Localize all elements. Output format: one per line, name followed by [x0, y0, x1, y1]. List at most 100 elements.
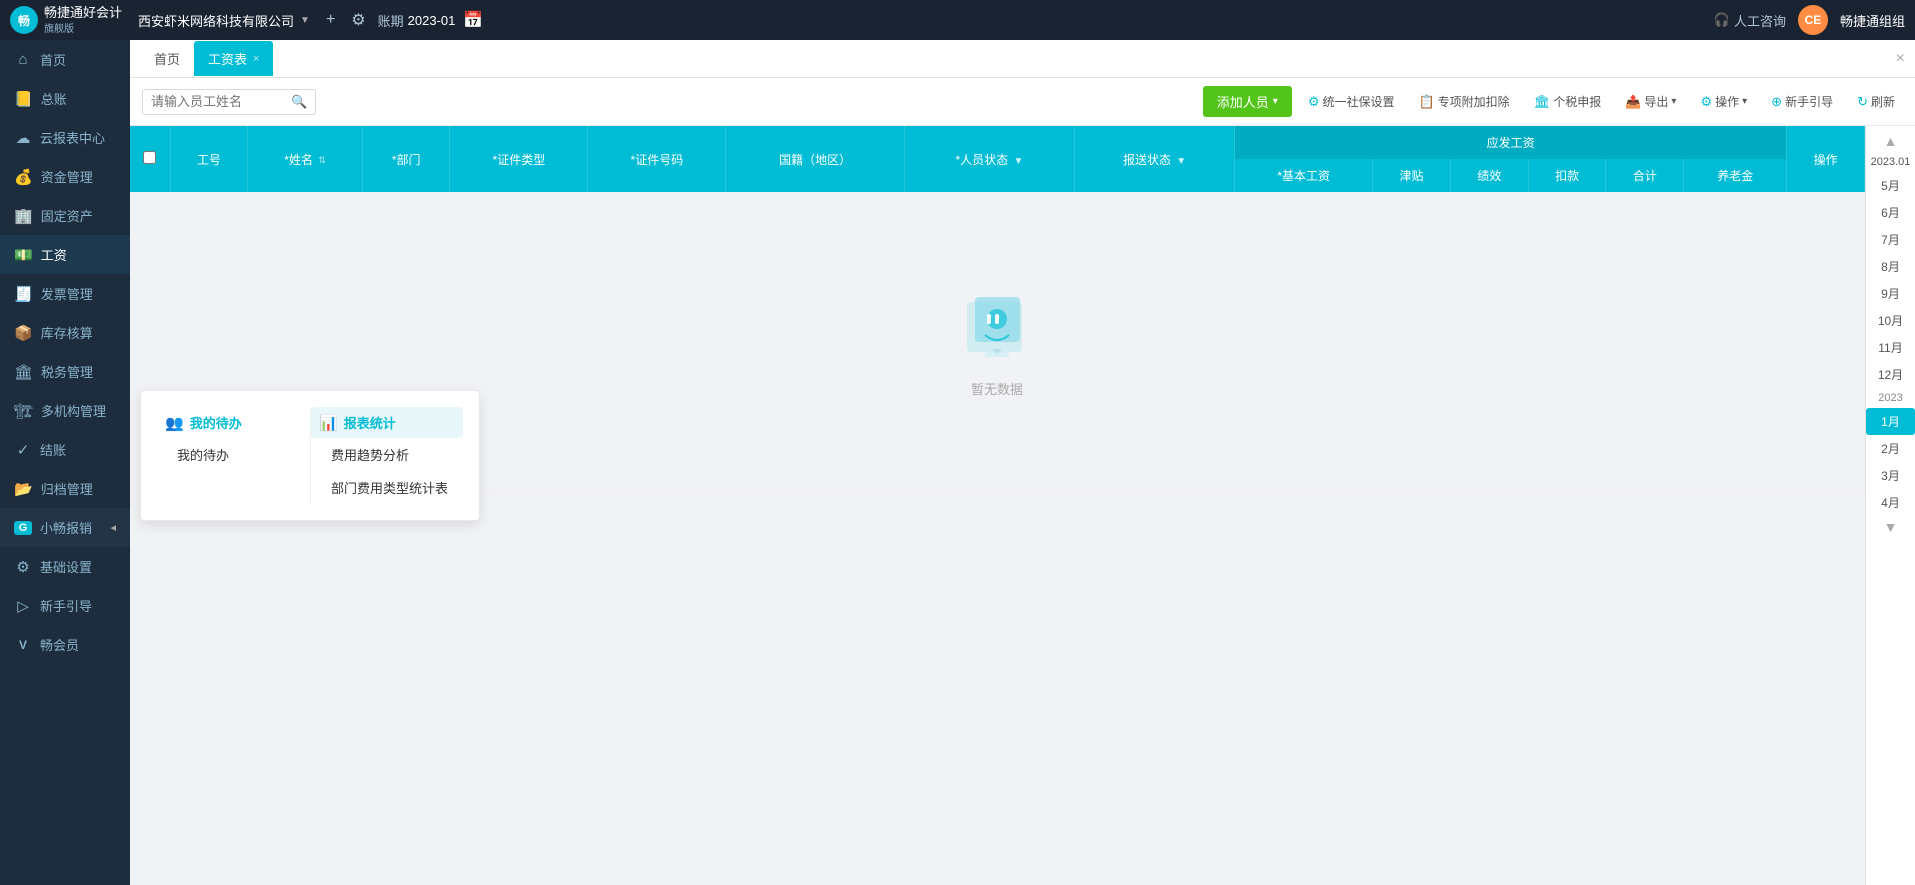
personal-tax-action[interactable]: 🏛 个税申报 [1526, 89, 1610, 114]
refresh-action[interactable]: ↻ 刷新 [1849, 89, 1903, 114]
report-filter-icon[interactable]: ▼ [1176, 156, 1186, 167]
headset-icon: 🎧 [1714, 12, 1730, 28]
tab-close-icon[interactable]: × [253, 53, 259, 65]
sidebar-item-home[interactable]: ⌂ 首页 [0, 40, 130, 79]
logo-area: 畅 畅捷通好会计 旗舰版 [10, 5, 122, 36]
nationality-header: 国籍（地区） [726, 126, 905, 192]
tab-salary-table[interactable]: 工资表 × [194, 41, 273, 76]
period-value: 2023-01 [408, 13, 456, 28]
scroll-down-button[interactable]: ▼ [1881, 516, 1901, 538]
refresh-label: 刷新 [1871, 93, 1895, 110]
sidebar-item-label: 税务管理 [41, 362, 93, 381]
name-header: *姓名 ⇅ [248, 126, 363, 192]
sidebar-item-label: 归档管理 [41, 479, 93, 498]
sidebar-item-tax[interactable]: 🏛 税务管理 [0, 352, 130, 391]
month-7[interactable]: 7月 [1866, 226, 1915, 253]
sidebar: ⌂ 首页 📒 总账 ☁ 云报表中心 💰 资金管理 🏢 固定资产 💵 工资 [0, 40, 130, 885]
sidebar-item-checkout[interactable]: ✓ 结账 [0, 430, 130, 469]
month-11[interactable]: 11月 [1866, 334, 1915, 361]
export-action[interactable]: 📤 导出 ▾ [1617, 89, 1684, 114]
right-panel: ▲ 2023.01 5月 6月 7月 8月 9月 10月 11月 12月 202… [1865, 126, 1915, 885]
search-icon[interactable]: 🔍 [291, 94, 307, 110]
sidebar-item-multi-org[interactable]: 🏗 多机构管理 [0, 391, 130, 430]
menu-item-cost-trend[interactable]: 费用趋势分析 [311, 438, 463, 471]
select-all-checkbox[interactable] [143, 151, 156, 164]
basic-icon: ⚙ [14, 558, 32, 576]
checkbox-header [130, 126, 170, 192]
fixed-assets-icon: 🏢 [14, 207, 33, 225]
tabs-bar: 首页 工资表 × × [130, 40, 1915, 78]
sidebar-item-fixed-assets[interactable]: 🏢 固定资产 [0, 196, 130, 235]
month-6[interactable]: 6月 [1866, 199, 1915, 226]
calendar-icon[interactable]: 📅 [459, 6, 487, 34]
user-name[interactable]: 畅捷通组组 [1840, 11, 1905, 30]
sidebar-item-label: 云报表中心 [40, 128, 105, 147]
close-panel-button[interactable]: × [1896, 50, 1905, 68]
month-1-current[interactable]: 1月 [1866, 408, 1915, 435]
todo-section-icon: 👥 [165, 414, 184, 432]
operations-arrow: ▾ [1742, 96, 1747, 107]
month-8[interactable]: 8月 [1866, 253, 1915, 280]
tab-home[interactable]: 首页 [140, 41, 194, 76]
top-bar: 畅 畅捷通好会计 旗舰版 西安虾米网络科技有限公司 ▼ + ⚙ 账期 2023-… [0, 0, 1915, 40]
guide-action[interactable]: ⊕ 新手引导 [1763, 89, 1841, 114]
sidebar-item-inventory[interactable]: 📦 库存核算 [0, 313, 130, 352]
menu-item-my-todo[interactable]: 我的待办 [157, 438, 310, 471]
menu-section-reports: 📊 报表统计 费用趋势分析 部门费用类型统计表 [310, 407, 463, 504]
sidebar-item-fund[interactable]: 💰 资金管理 [0, 157, 130, 196]
sidebar-item-label: 资金管理 [41, 167, 93, 186]
menu-section-todo: 👥 我的待办 我的待办 [157, 407, 310, 504]
id-header: 工号 [170, 126, 248, 192]
company-selector[interactable]: 西安虾米网络科技有限公司 ▼ [138, 11, 310, 30]
menu-section-todo-header[interactable]: 👥 我的待办 [157, 407, 310, 438]
sidebar-item-label: 库存核算 [41, 323, 93, 342]
add-people-button[interactable]: 添加人员 ▾ [1203, 86, 1292, 117]
social-security-action[interactable]: ⚙ 统一社保设置 [1300, 89, 1403, 114]
menu-section-reports-header[interactable]: 📊 报表统计 [311, 407, 463, 438]
special-deduct-icon: 📋 [1418, 94, 1434, 110]
month-2[interactable]: 2月 [1866, 435, 1915, 462]
report-status-header: 报送状态 ▼ [1074, 126, 1234, 192]
sidebar-item-cloud-report[interactable]: ☁ 云报表中心 [0, 118, 130, 157]
month-10[interactable]: 10月 [1866, 307, 1915, 334]
cert-type-header: *证件类型 [450, 126, 588, 192]
sidebar-item-invoice[interactable]: 🧾 发票管理 [0, 274, 130, 313]
user-service[interactable]: 🎧 人工咨询 [1714, 11, 1786, 30]
empty-text: 暂无数据 [971, 379, 1023, 398]
topbar-actions: + ⚙ [322, 6, 370, 34]
logo-title: 畅捷通好会计 [44, 5, 122, 21]
month-5[interactable]: 5月 [1866, 172, 1915, 199]
scroll-up-button[interactable]: ▲ [1881, 130, 1901, 152]
operations-action[interactable]: ⚙ 操作 ▾ [1692, 89, 1755, 114]
sidebar-item-label: 畅会员 [40, 635, 79, 654]
dept-header: *部门 [362, 126, 450, 192]
name-sort-icon[interactable]: ⇅ [318, 155, 326, 166]
sidebar-item-ledger[interactable]: 📒 总账 [0, 79, 130, 118]
month-9[interactable]: 9月 [1866, 280, 1915, 307]
special-deduct-action[interactable]: 📋 专项附加扣除 [1410, 89, 1517, 114]
month-4[interactable]: 4月 [1866, 489, 1915, 516]
home-icon: ⌂ [14, 51, 32, 68]
sidebar-item-label: 工资 [41, 245, 67, 264]
archive-icon: 📂 [14, 480, 33, 498]
month-12[interactable]: 12月 [1866, 361, 1915, 388]
settings-button[interactable]: ⚙ [347, 6, 369, 34]
sidebar-item-salary[interactable]: 💵 工资 [0, 235, 130, 274]
current-year-label: 2023 [1876, 388, 1904, 408]
sidebar-item-xiaochang[interactable]: G 小畅报销 ◂ [0, 508, 130, 547]
search-input[interactable] [151, 94, 291, 109]
allowance-header: 津贴 [1373, 159, 1451, 192]
social-security-icon: ⚙ [1308, 94, 1320, 110]
search-box: 🔍 [142, 89, 316, 115]
special-deduct-label: 专项附加扣除 [1438, 93, 1510, 110]
add-button[interactable]: + [322, 7, 339, 33]
sidebar-item-archive[interactable]: 📂 归档管理 [0, 469, 130, 508]
menu-item-dept-cost[interactable]: 部门费用类型统计表 [311, 471, 463, 504]
month-3[interactable]: 3月 [1866, 462, 1915, 489]
sidebar-item-member[interactable]: V 畅会员 [0, 625, 130, 664]
status-filter-icon[interactable]: ▼ [1014, 156, 1024, 167]
export-label: 导出 [1644, 93, 1668, 110]
sidebar-item-basic[interactable]: ⚙ 基础设置 [0, 547, 130, 586]
sidebar-item-guide[interactable]: ▷ 新手引导 [0, 586, 130, 625]
ledger-icon: 📒 [14, 90, 33, 108]
